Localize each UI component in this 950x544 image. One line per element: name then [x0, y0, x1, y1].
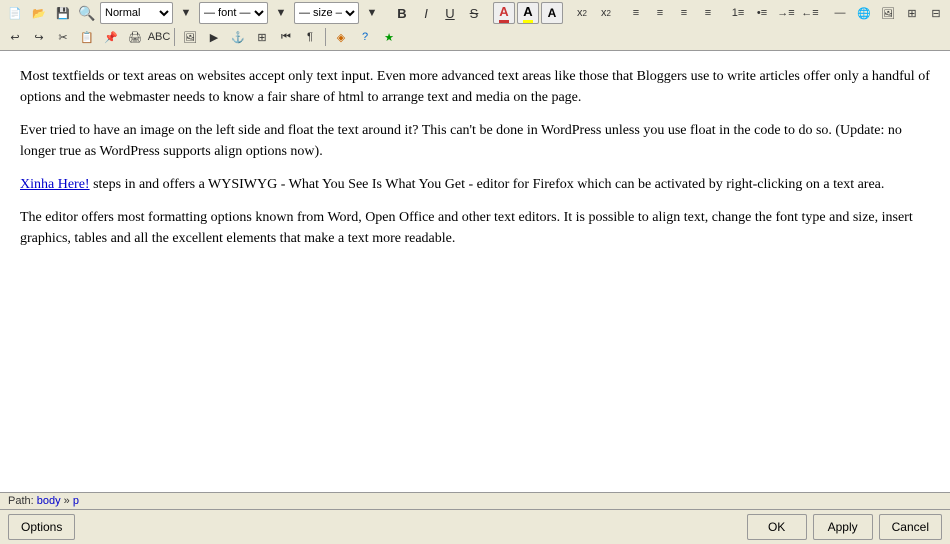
subscript-button[interactable]: x2: [571, 2, 593, 24]
style-select[interactable]: Normal Heading 1 Heading 2 Heading 3: [100, 2, 173, 24]
size-select[interactable]: — size —: [294, 2, 359, 24]
separator-7: [174, 28, 175, 46]
apply-button[interactable]: Apply: [813, 514, 873, 540]
unordered-list-button[interactable]: •≡: [751, 2, 773, 24]
prev-button[interactable]: ⏮: [275, 26, 297, 48]
cut-button[interactable]: ✂: [52, 26, 74, 48]
remove-format-button[interactable]: A: [541, 2, 563, 24]
paragraph-3: Xinha Here! steps in and offers a WYSIWY…: [20, 174, 930, 195]
bottom-bar-right: OK Apply Cancel: [747, 514, 942, 540]
paragraph-1: Most textfields or text areas on website…: [20, 66, 930, 108]
font-select[interactable]: — font —: [199, 2, 268, 24]
paste-button[interactable]: 📌: [100, 26, 122, 48]
anchor-button[interactable]: ⚓: [227, 26, 249, 48]
undo-button[interactable]: ↩: [4, 26, 26, 48]
table-button[interactable]: ⊞: [901, 2, 923, 24]
media-button[interactable]: ▶: [203, 26, 225, 48]
plugin-button[interactable]: ★: [378, 26, 400, 48]
indent-button[interactable]: →≡: [775, 2, 797, 24]
paragraph-3-rest: steps in and offers a WYSIWYG - What You…: [90, 177, 885, 192]
about-button[interactable]: ?: [354, 26, 376, 48]
align-left-button[interactable]: ≡: [625, 2, 647, 24]
link-button[interactable]: 🌐: [853, 2, 875, 24]
ok-button[interactable]: OK: [747, 514, 807, 540]
path-p-link[interactable]: p: [73, 495, 79, 507]
redo-button[interactable]: ↪: [28, 26, 50, 48]
cancel-button[interactable]: Cancel: [879, 514, 942, 540]
path-separator: »: [64, 495, 70, 507]
separator-8: [325, 28, 326, 46]
align-justify-button[interactable]: ≡: [697, 2, 719, 24]
editor-area[interactable]: Most textfields or text areas on website…: [0, 51, 950, 492]
strikethrough-button[interactable]: S: [463, 2, 485, 24]
special-char-button[interactable]: ⊟: [925, 2, 947, 24]
status-bar: Path: body » p: [0, 492, 950, 509]
copy-button[interactable]: 📋: [76, 26, 98, 48]
outdent-button[interactable]: ←≡: [799, 2, 821, 24]
style-dropdown-arrow[interactable]: ▼: [175, 2, 197, 24]
print-button[interactable]: 🖨: [124, 26, 146, 48]
align-center-button[interactable]: ≡: [649, 2, 671, 24]
hr-button[interactable]: —: [829, 2, 851, 24]
zoom-button[interactable]: 🔍: [76, 2, 98, 24]
underline-button[interactable]: U: [439, 2, 461, 24]
save-button[interactable]: 💾: [52, 2, 74, 24]
align-right-button[interactable]: ≡: [673, 2, 695, 24]
image-button[interactable]: 🖼: [877, 2, 899, 24]
ordered-list-button[interactable]: 1≡: [727, 2, 749, 24]
toolbar-row-1: 📄 📂 💾 🔍 Normal Heading 1 Heading 2 Headi…: [4, 2, 946, 24]
spellcheck-button[interactable]: ABC: [148, 26, 170, 48]
italic-button[interactable]: I: [415, 2, 437, 24]
bold-button[interactable]: B: [391, 2, 413, 24]
open-button[interactable]: 📂: [28, 2, 50, 24]
path-body-link[interactable]: body: [37, 495, 61, 507]
paragraph-4: The editor offers most formatting option…: [20, 207, 930, 249]
toggle-source-button[interactable]: ◈: [330, 26, 352, 48]
paragraph-2: Ever tried to have an image on the left …: [20, 120, 930, 162]
xinha-link[interactable]: Xinha Here!: [20, 177, 90, 192]
font-dropdown-arrow[interactable]: ▼: [270, 2, 292, 24]
size-dropdown-arrow[interactable]: ▼: [361, 2, 383, 24]
toolbar-row-2: ↩ ↪ ✂ 📋 📌 🖨 ABC 🖼 ▶ ⚓ ⊞ ⏮ ¶ ◈ ? ★: [4, 26, 946, 48]
bottom-bar: Options OK Apply Cancel: [0, 509, 950, 544]
options-button[interactable]: Options: [8, 514, 75, 540]
font-color-button[interactable]: A: [493, 2, 515, 24]
bg-color-button[interactable]: A: [517, 2, 539, 24]
new-button[interactable]: 📄: [4, 2, 26, 24]
toolbar: 📄 📂 💾 🔍 Normal Heading 1 Heading 2 Headi…: [0, 0, 950, 51]
insert-image-button2[interactable]: 🖼: [179, 26, 201, 48]
path-label: Path:: [8, 495, 34, 507]
table-button2[interactable]: ⊞: [251, 26, 273, 48]
paragraph-button[interactable]: ¶: [299, 26, 321, 48]
superscript-button[interactable]: x2: [595, 2, 617, 24]
